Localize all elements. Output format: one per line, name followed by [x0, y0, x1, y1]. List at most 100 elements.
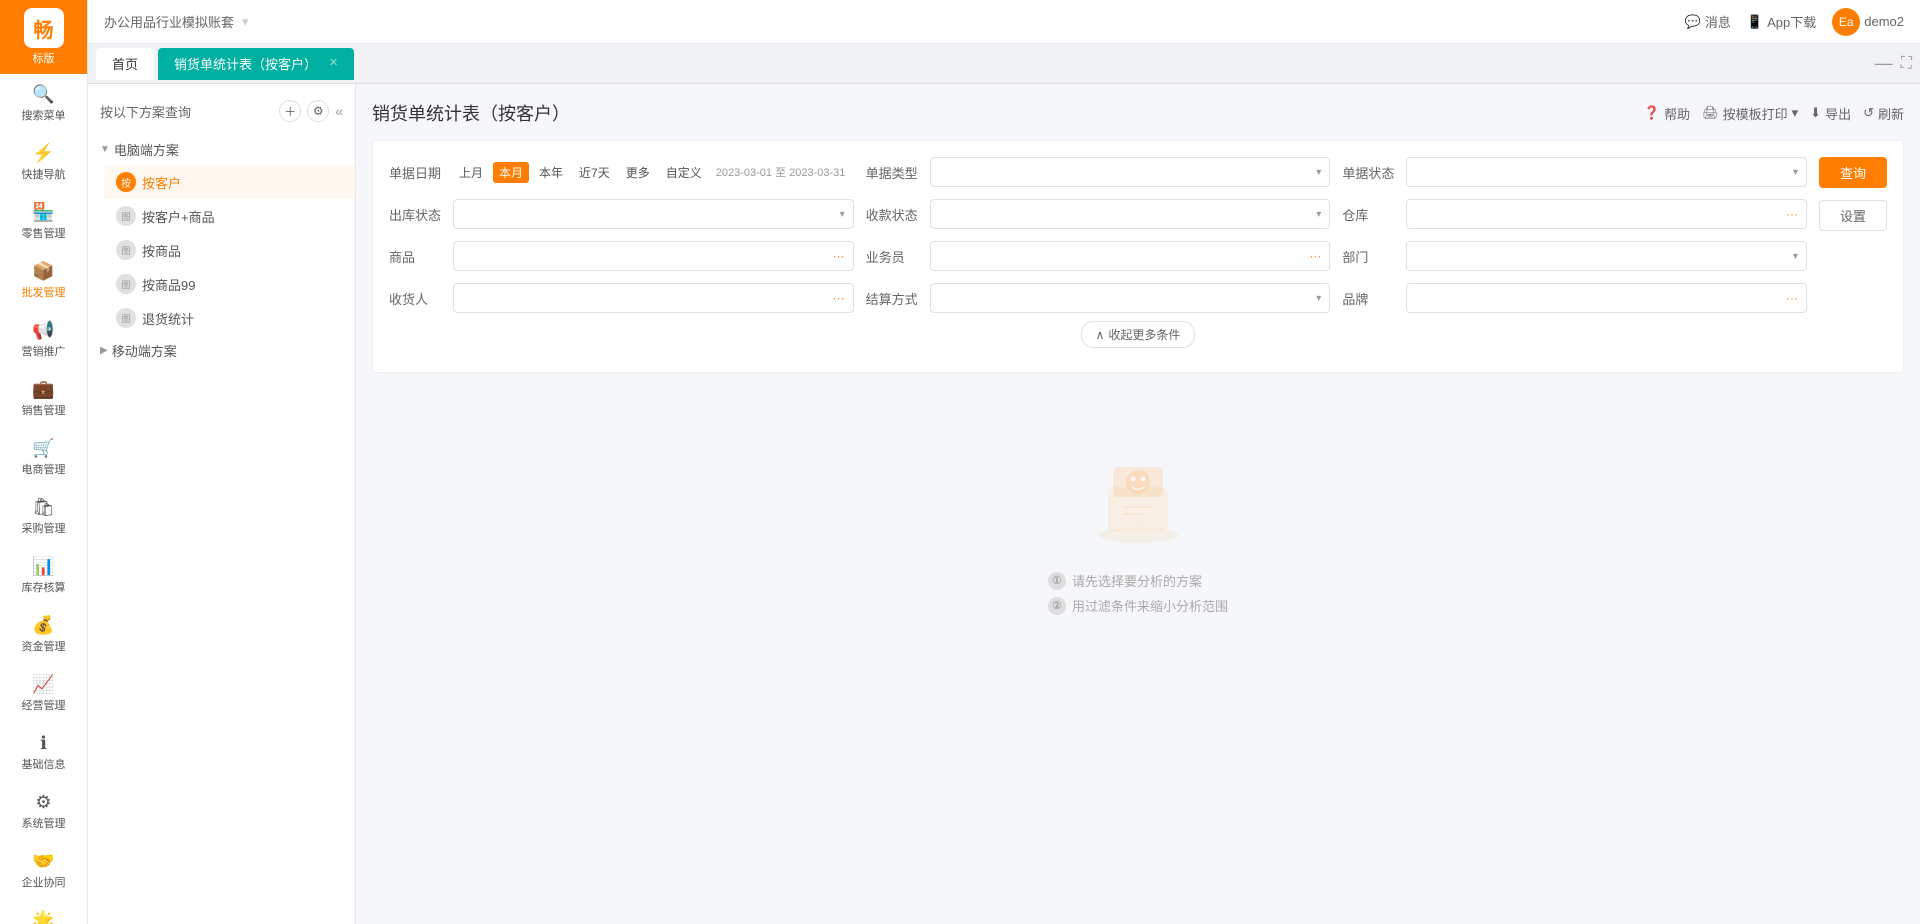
export-btn[interactable]: ⬇ 导出	[1810, 104, 1851, 123]
date-label: 单据日期	[389, 163, 445, 182]
sidebar-item-finance[interactable]: 💰 资金管理	[0, 605, 87, 664]
brand-input[interactable]: ···	[1406, 283, 1807, 313]
help-btn[interactable]: ❓ 帮助	[1644, 104, 1690, 123]
tree-expand-icon: ▼	[100, 144, 110, 155]
collapse-more-btn[interactable]: ∧ 收起更多条件	[1081, 321, 1196, 348]
window-minimize-icon[interactable]: —	[1875, 53, 1893, 74]
payment-method-input[interactable]: ▾	[930, 283, 1331, 313]
refresh-btn[interactable]: ↺ 刷新	[1863, 104, 1904, 123]
tree-child-by-customer-goods[interactable]: 图 按客户+商品	[104, 199, 355, 233]
sidebar-item-marketing[interactable]: 📢 营销推广	[0, 310, 87, 369]
order-status-input[interactable]: ▾	[1406, 157, 1807, 187]
receipt-status-input[interactable]: ▾	[930, 199, 1331, 229]
breadcrumb-arrow: ▾	[242, 14, 249, 30]
app-download-btn[interactable]: 📱 App下载	[1747, 12, 1816, 31]
date-last-month-btn[interactable]: 上月	[453, 162, 489, 183]
refresh-label: 刷新	[1878, 104, 1904, 123]
sidebar-item-retail-label: 零售管理	[22, 225, 66, 241]
tab-sales-summary[interactable]: 销货单统计表（按客户） ✕	[158, 48, 354, 80]
tab-home[interactable]: 首页	[96, 48, 154, 80]
tree-child-return-stats[interactable]: 图 退货统计	[104, 301, 355, 335]
tree-child-by-customer[interactable]: 按 按客户	[104, 165, 355, 199]
tree-child-by-goods[interactable]: 图 按商品	[104, 233, 355, 267]
order-type-input[interactable]: ▾	[930, 157, 1331, 187]
settings-btn[interactable]: 设置	[1819, 200, 1887, 231]
goods-input[interactable]: ···	[453, 241, 854, 271]
logo-abbr: 畅	[34, 14, 54, 43]
tab-sales-summary-label: 销货单统计表（按客户）	[174, 54, 317, 73]
sidebar-item-quicknav[interactable]: ⚡ 快捷导航	[0, 133, 87, 192]
cooperation-icon: 🤝	[32, 851, 54, 872]
system-icon: ⚙	[35, 792, 51, 813]
tree-mobile-parent[interactable]: ▶ 移动端方案	[88, 335, 355, 366]
brand-more-icon: ···	[1786, 291, 1798, 305]
tree-mobile-label: 移动端方案	[112, 341, 177, 360]
sidebar-item-inventory[interactable]: 📊 库存核算	[0, 546, 87, 605]
tree-desktop-label: 电脑端方案	[114, 140, 179, 159]
tree-child-by-goods-label: 按商品	[142, 241, 181, 260]
tree-child-by-goods99[interactable]: 图 按商品99	[104, 267, 355, 301]
out-status-input[interactable]: ▾	[453, 199, 854, 229]
sidebar-item-cooperation-label: 企业协同	[22, 874, 66, 890]
sidebar-item-newbie[interactable]: 🌟 新手引导	[0, 900, 87, 924]
page-content: 按以下方案查询 ＋ ⚙ « ▼ 电脑端方案 按 按客户	[88, 84, 1920, 924]
sidebar-item-wholesale[interactable]: 📦 批发管理	[0, 251, 87, 310]
filter-card: 单据日期 上月 本月 本年 近7天 更多 自定义 2023-03-01 至 20…	[372, 140, 1904, 373]
date-filter: 上月 本月 本年 近7天 更多 自定义 2023-03-01 至 2023-03…	[453, 162, 845, 183]
sidebar-item-ecommerce[interactable]: 🛒 电商管理	[0, 428, 87, 487]
filter-row-4: 收货人 ··· 结算方式 ▾	[389, 283, 1807, 313]
window-maximize-icon[interactable]: ⛶	[1901, 55, 1912, 73]
receiver-input[interactable]: ···	[453, 283, 854, 313]
finance-icon: 💰	[32, 615, 54, 636]
sidebar-item-sales[interactable]: 💼 销售管理	[0, 369, 87, 428]
tree-child-return-stats-label: 退货统计	[142, 309, 194, 328]
filter-receiver: 收货人 ···	[389, 283, 854, 313]
date-7days-btn[interactable]: 近7天	[573, 162, 616, 183]
date-this-year-btn[interactable]: 本年	[533, 162, 569, 183]
sidebar-item-operations[interactable]: 📈 经营管理	[0, 664, 87, 723]
sidebar-item-system[interactable]: ⚙ 系统管理	[0, 782, 87, 841]
quicknav-icon: ⚡	[32, 143, 54, 164]
date-this-month-btn[interactable]: 本月	[493, 162, 529, 183]
salesperson-input[interactable]: ···	[930, 241, 1331, 271]
settings-scheme-btn[interactable]: ⚙	[307, 100, 329, 122]
help-icon: ❓	[1644, 105, 1660, 121]
left-panel: 按以下方案查询 ＋ ⚙ « ▼ 电脑端方案 按 按客户	[88, 84, 356, 924]
department-input[interactable]: ▾	[1406, 241, 1807, 271]
sidebar-item-finance-label: 资金管理	[22, 638, 66, 654]
collapse-panel-btn[interactable]: «	[335, 103, 343, 119]
print-btn[interactable]: 🖨 按模板打印 ▾	[1702, 104, 1798, 123]
sidebar-item-system-label: 系统管理	[22, 815, 66, 831]
query-btn[interactable]: 查询	[1819, 157, 1887, 188]
sidebar-item-search-label: 搜索菜单	[22, 107, 66, 123]
warehouse-input[interactable]: ···	[1406, 199, 1807, 229]
sidebar-item-purchase-label: 采购管理	[22, 520, 66, 536]
tree-desktop-parent[interactable]: ▼ 电脑端方案	[88, 134, 355, 165]
sidebar-item-wholesale-label: 批发管理	[22, 284, 66, 300]
message-btn[interactable]: 💬 消息	[1685, 12, 1731, 31]
sidebar-item-basic[interactable]: ℹ 基础信息	[0, 723, 87, 782]
filter-order-status: 单据状态 ▾	[1342, 157, 1807, 187]
filter-warehouse: 仓库 ···	[1342, 199, 1807, 229]
add-scheme-btn[interactable]: ＋	[279, 100, 301, 122]
hint-num-2: ②	[1048, 597, 1066, 615]
sidebar-item-purchase[interactable]: 🛍 采购管理	[0, 487, 87, 546]
sidebar-logo[interactable]: 畅 标版	[0, 0, 87, 74]
sidebar-item-retail[interactable]: 🏪 零售管理	[0, 192, 87, 251]
filter-payment-method: 结算方式 ▾	[866, 283, 1331, 313]
date-more-btn[interactable]: 更多	[620, 162, 656, 183]
date-range-display: 2023-03-01 至 2023-03-31	[716, 164, 846, 180]
export-icon: ⬇	[1810, 105, 1821, 121]
tab-close-icon[interactable]: ✕	[329, 58, 338, 69]
main-area: 办公用品行业模拟账套 ▾ 💬 消息 📱 App下载 Ea demo2 首页 销货…	[88, 0, 1920, 924]
search-icon: 🔍	[32, 84, 54, 105]
payment-method-label: 结算方式	[866, 289, 922, 308]
print-dropdown-icon: ▾	[1792, 105, 1799, 121]
sidebar-item-cooperation[interactable]: 🤝 企业协同	[0, 841, 87, 900]
left-panel-title: 按以下方案查询	[100, 102, 191, 121]
scheme-icon-5: 图	[116, 308, 136, 328]
warehouse-more-icon: ···	[1786, 207, 1798, 221]
user-profile-btn[interactable]: Ea demo2	[1832, 8, 1904, 36]
date-custom-btn[interactable]: 自定义	[660, 162, 708, 183]
sidebar-item-search[interactable]: 🔍 搜索菜单	[0, 74, 87, 133]
